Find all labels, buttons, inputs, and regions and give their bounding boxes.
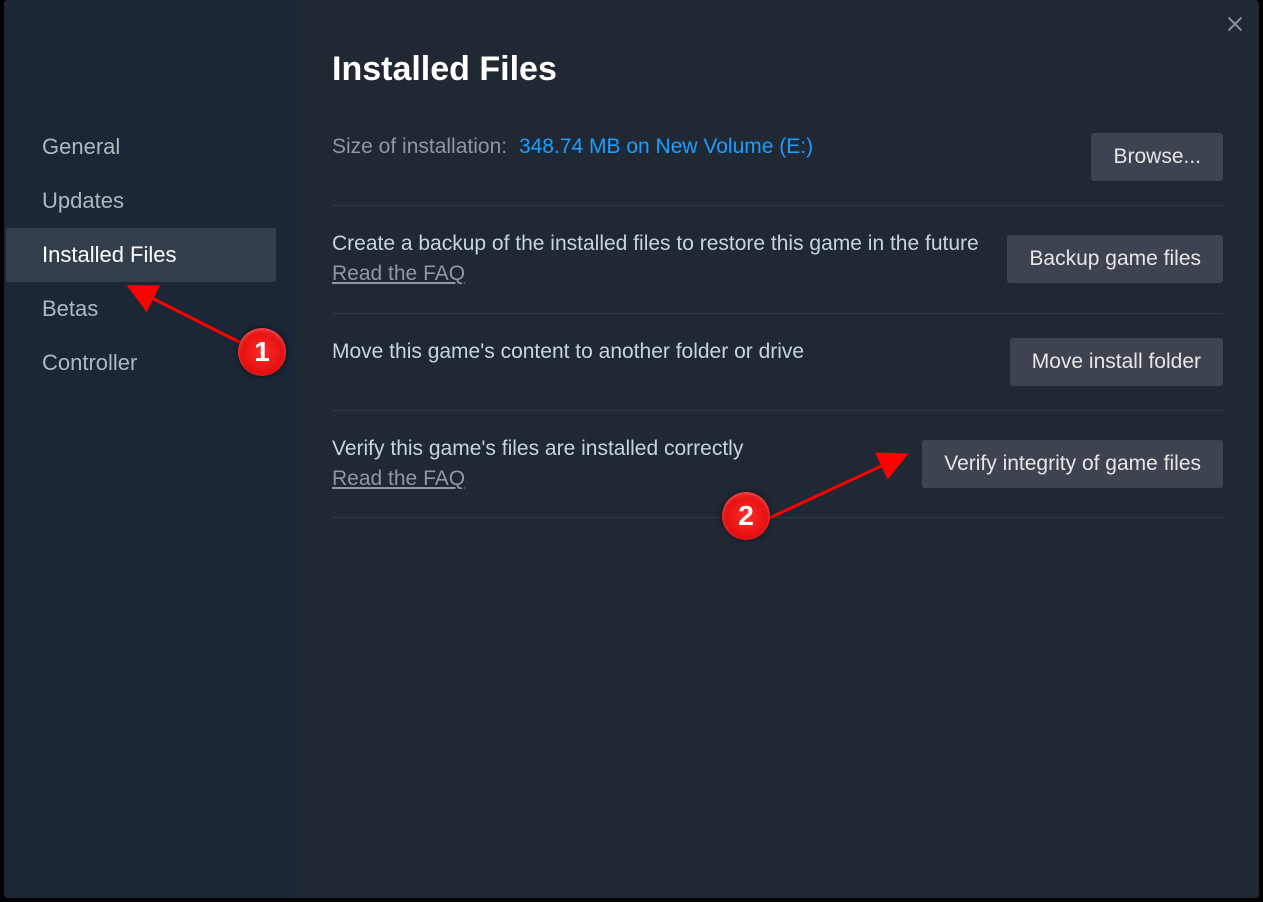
sidebar-item-label: Betas xyxy=(42,296,98,322)
verify-text-block: Verify this game's files are installed c… xyxy=(332,435,898,494)
size-label: Size of installation: xyxy=(332,135,507,158)
sidebar-item-label: Installed Files xyxy=(42,242,177,268)
properties-dialog: General Updates Installed Files Betas Co… xyxy=(4,0,1259,898)
verify-description: Verify this game's files are installed c… xyxy=(332,437,743,460)
backup-text-block: Create a backup of the installed files t… xyxy=(332,230,982,289)
backup-row: Create a backup of the installed files t… xyxy=(332,206,1223,314)
sidebar: General Updates Installed Files Betas Co… xyxy=(4,0,296,898)
move-button[interactable]: Move install folder xyxy=(1010,338,1223,386)
sidebar-item-label: Updates xyxy=(42,188,124,214)
sidebar-item-installed-files[interactable]: Installed Files xyxy=(6,228,276,282)
verify-faq-link[interactable]: Read the FAQ xyxy=(332,465,465,493)
sidebar-item-label: General xyxy=(42,134,120,160)
move-row: Move this game's content to another fold… xyxy=(332,314,1223,411)
backup-faq-link[interactable]: Read the FAQ xyxy=(332,260,465,288)
verify-button[interactable]: Verify integrity of game files xyxy=(922,440,1223,488)
page-title: Installed Files xyxy=(332,50,1223,89)
browse-button[interactable]: Browse... xyxy=(1091,133,1223,181)
sidebar-item-label: Controller xyxy=(42,350,137,376)
sidebar-item-betas[interactable]: Betas xyxy=(6,282,276,336)
sidebar-item-updates[interactable]: Updates xyxy=(6,174,276,228)
size-value: 348.74 MB on New Volume (E:) xyxy=(519,135,813,158)
move-description: Move this game's content to another fold… xyxy=(332,338,982,366)
backup-button[interactable]: Backup game files xyxy=(1007,235,1223,283)
sidebar-item-controller[interactable]: Controller xyxy=(6,336,276,390)
installation-size-text: Size of installation: 348.74 MB on New V… xyxy=(332,133,982,161)
sidebar-item-general[interactable]: General xyxy=(6,120,276,174)
verify-row: Verify this game's files are installed c… xyxy=(332,411,1223,519)
main-panel: Installed Files Size of installation: 34… xyxy=(296,0,1259,898)
backup-description: Create a backup of the installed files t… xyxy=(332,232,979,255)
installation-size-row: Size of installation: 348.74 MB on New V… xyxy=(332,127,1223,206)
